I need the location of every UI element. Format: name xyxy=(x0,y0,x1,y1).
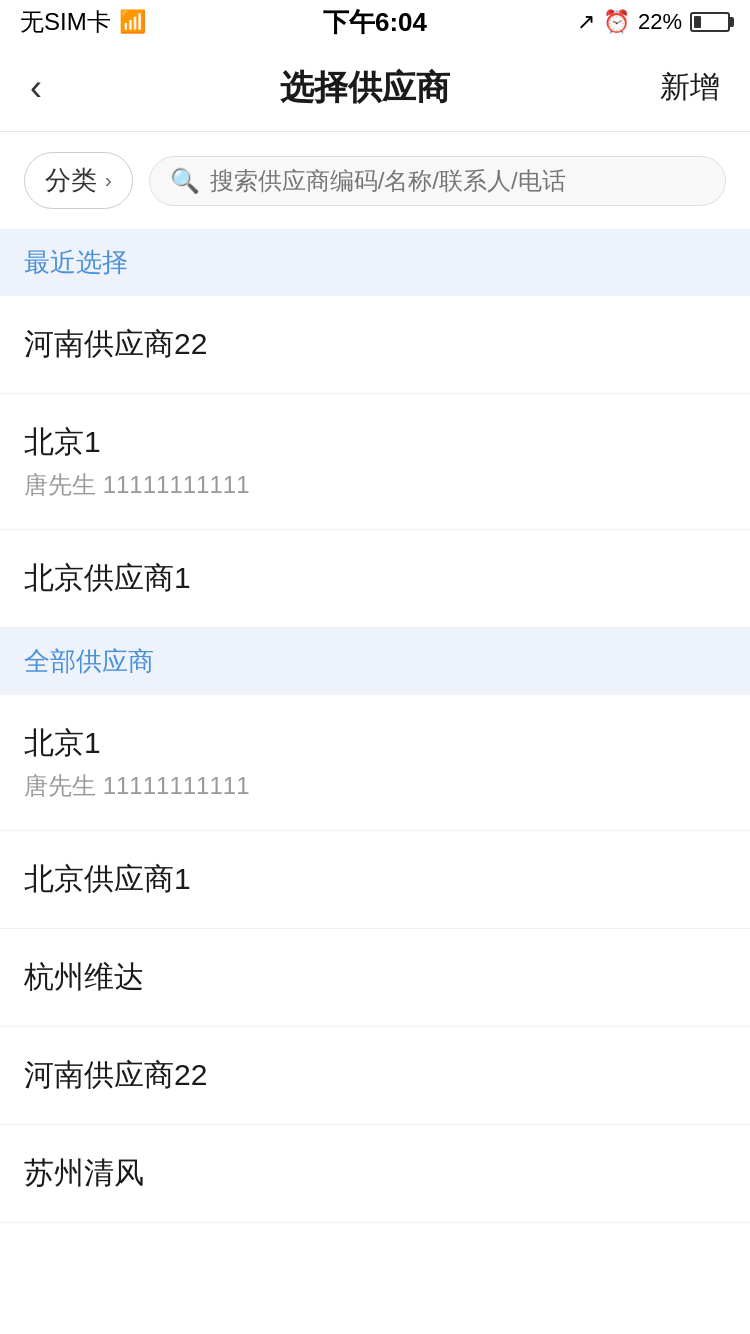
item-name: 杭州维达 xyxy=(24,957,726,998)
recent-section-header: 最近选择 xyxy=(0,229,750,296)
nav-bar: ‹ 选择供应商 新增 xyxy=(0,44,750,132)
recent-items-list: 河南供应商22 北京1 唐先生 11111111111 北京供应商1 xyxy=(0,296,750,628)
location-icon: ↗ xyxy=(577,9,595,35)
carrier-text: 无SIM卡 xyxy=(20,6,111,38)
chevron-right-icon: › xyxy=(105,169,112,192)
status-bar: 无SIM卡 📶 下午6:04 ↗ ⏰ 22% xyxy=(0,0,750,44)
item-name: 北京供应商1 xyxy=(24,558,726,599)
add-button[interactable]: 新增 xyxy=(640,67,720,108)
item-contact: 唐先生 11111111111 xyxy=(24,770,726,802)
search-icon: 🔍 xyxy=(170,167,200,195)
wifi-icon: 📶 xyxy=(119,9,146,35)
battery-indicator xyxy=(690,12,730,32)
item-name: 苏州清风 xyxy=(24,1153,726,1194)
all-item-0[interactable]: 北京1 唐先生 11111111111 xyxy=(0,695,750,831)
item-name: 北京供应商1 xyxy=(24,859,726,900)
battery-percent: 22% xyxy=(638,9,682,35)
search-bar[interactable]: 🔍 xyxy=(149,156,726,206)
recent-item-0[interactable]: 河南供应商22 xyxy=(0,296,750,394)
all-items-list: 北京1 唐先生 11111111111 北京供应商1 杭州维达 河南供应商22 … xyxy=(0,695,750,1223)
item-name: 河南供应商22 xyxy=(24,1055,726,1096)
search-input[interactable] xyxy=(210,167,705,195)
item-name: 河南供应商22 xyxy=(24,324,726,365)
status-left: 无SIM卡 📶 xyxy=(20,6,146,38)
recent-item-2[interactable]: 北京供应商1 xyxy=(0,530,750,628)
all-item-2[interactable]: 杭州维达 xyxy=(0,929,750,1027)
back-button[interactable]: ‹ xyxy=(30,67,90,109)
battery-body xyxy=(690,12,730,32)
category-filter[interactable]: 分类 › xyxy=(24,152,133,209)
status-right: ↗ ⏰ 22% xyxy=(577,9,730,35)
alarm-icon: ⏰ xyxy=(603,9,630,35)
item-name: 北京1 xyxy=(24,422,726,463)
all-item-4[interactable]: 苏州清风 xyxy=(0,1125,750,1223)
item-name: 北京1 xyxy=(24,723,726,764)
page-title: 选择供应商 xyxy=(280,65,450,111)
all-item-1[interactable]: 北京供应商1 xyxy=(0,831,750,929)
filter-bar: 分类 › 🔍 xyxy=(0,132,750,229)
item-contact: 唐先生 11111111111 xyxy=(24,469,726,501)
recent-item-1[interactable]: 北京1 唐先生 11111111111 xyxy=(0,394,750,530)
battery-fill xyxy=(694,16,701,28)
category-label: 分类 xyxy=(45,163,97,198)
recent-section-label: 最近选择 xyxy=(24,247,128,277)
status-time: 下午6:04 xyxy=(323,5,427,40)
all-section-label: 全部供应商 xyxy=(24,646,154,676)
all-section-header: 全部供应商 xyxy=(0,628,750,695)
all-item-3[interactable]: 河南供应商22 xyxy=(0,1027,750,1125)
